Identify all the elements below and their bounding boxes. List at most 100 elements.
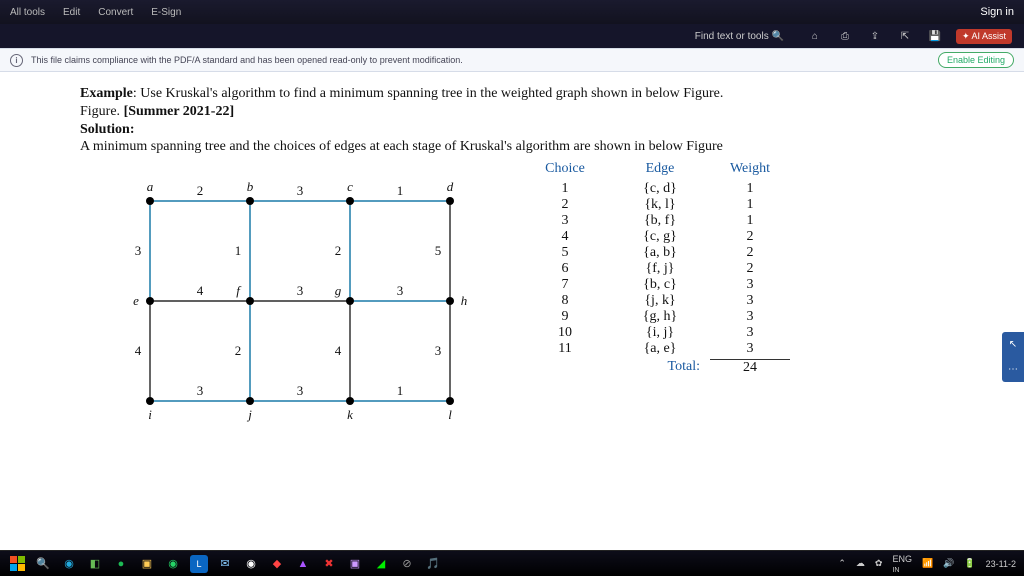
music-icon[interactable]: 🎵 xyxy=(424,555,442,573)
edge-weight-label: 3 xyxy=(297,183,304,199)
edge-table: Choice Edge Weight 1{c, d}12{k, l}13{b, … xyxy=(520,161,790,441)
windows-taskbar: 🔍 ◉ ◧ ● ▣ ◉ L ✉ ◉ ◆ ▲ ✖ ▣ ◢ ⊘ 🎵 ⌃ ☁ ✿ EN… xyxy=(0,550,1024,576)
battery-icon[interactable]: 🔋 xyxy=(964,558,975,569)
edge-weight-label: 1 xyxy=(397,383,404,399)
ai-assist-button[interactable]: ✦ AI Assist xyxy=(956,29,1012,44)
graph-node-label: a xyxy=(147,179,154,195)
notice-text: This file claims compliance with the PDF… xyxy=(31,55,463,65)
graph-node xyxy=(246,197,254,205)
menu-convert[interactable]: Convert xyxy=(98,7,133,18)
table-row: 6{f, j}2 xyxy=(520,261,790,277)
graph-node xyxy=(146,397,154,405)
wifi-icon[interactable]: 📶 xyxy=(922,558,933,569)
signin-link[interactable]: Sign in xyxy=(980,6,1014,18)
table-row: 1{c, d}1 xyxy=(520,181,790,197)
graph-node-label: l xyxy=(448,407,452,423)
graph-node xyxy=(346,397,354,405)
edge-weight-label: 3 xyxy=(435,343,442,359)
edge-weight-label: 1 xyxy=(235,243,242,259)
start-button[interactable] xyxy=(8,555,26,573)
folder-icon[interactable]: ▣ xyxy=(138,555,156,573)
table-row: 7{b, c}3 xyxy=(520,277,790,293)
print-icon[interactable]: ⎙ xyxy=(836,27,854,45)
table-row: 2{k, l}1 xyxy=(520,197,790,213)
edge-weight-label: 2 xyxy=(335,243,342,259)
table-row: 5{a, b}2 xyxy=(520,245,790,261)
menu-alltools[interactable]: All tools xyxy=(10,7,45,18)
lang-indicator[interactable]: ENGIN xyxy=(892,554,912,574)
mail-icon[interactable]: ✉ xyxy=(216,555,234,573)
edge-weight-label: 3 xyxy=(135,243,142,259)
edge-weight-label: 2 xyxy=(197,183,204,199)
graph-node-label: g xyxy=(335,283,342,299)
volume-icon[interactable]: 🔊 xyxy=(943,558,954,569)
vs-icon[interactable]: ▣ xyxy=(346,555,364,573)
search-taskbar-icon[interactable]: 🔍 xyxy=(34,555,52,573)
tray-chevron-icon[interactable]: ⌃ xyxy=(838,558,846,569)
edge-weight-label: 2 xyxy=(235,343,242,359)
menu-esign[interactable]: E-Sign xyxy=(151,7,181,18)
table-row: 9{g, h}3 xyxy=(520,309,790,325)
linkedin-icon[interactable]: L xyxy=(190,555,208,573)
menu-edit[interactable]: Edit xyxy=(63,7,80,18)
example-ref: Figure. [Summer 2021-22] xyxy=(80,104,964,120)
whatsapp-icon[interactable]: ◉ xyxy=(164,555,182,573)
graph-node xyxy=(146,297,154,305)
share-icon[interactable]: ⇪ xyxy=(866,27,884,45)
solution-label: Solution: xyxy=(80,122,964,138)
search-icon: 🔍 xyxy=(771,31,783,42)
graph-node-label: j xyxy=(248,407,252,423)
graph-node-label: d xyxy=(447,179,454,195)
spotify-icon[interactable]: ● xyxy=(112,555,130,573)
app-menubar: All tools Edit Convert E-Sign Sign in xyxy=(0,0,1024,24)
table-row: 3{b, f}1 xyxy=(520,213,790,229)
graph-node-label: c xyxy=(347,179,353,195)
edge-weight-label: 1 xyxy=(397,183,404,199)
home-icon[interactable]: ⌂ xyxy=(806,27,824,45)
save-icon[interactable]: 💾 xyxy=(926,27,944,45)
edge-weight-label: 4 xyxy=(135,343,142,359)
edge-weight-label: 5 xyxy=(435,243,442,259)
tray-cloud-icon[interactable]: ☁ xyxy=(856,558,865,569)
example-heading: Example: Use Kruskal's algorithm to find… xyxy=(80,86,964,102)
chrome-icon[interactable]: ◉ xyxy=(242,555,260,573)
table-row: 10{i, j}3 xyxy=(520,325,790,341)
graph-figure: 23131254334243331abcdefghijkl xyxy=(110,161,490,441)
graph-node xyxy=(246,397,254,405)
table-row: 4{c, g}2 xyxy=(520,229,790,245)
app-icon[interactable]: ◆ xyxy=(268,555,286,573)
edge-weight-label: 3 xyxy=(297,283,304,299)
graph-node-label: i xyxy=(148,407,152,423)
graph-node-label: f xyxy=(236,283,240,299)
info-icon: i xyxy=(10,54,23,67)
app2-icon[interactable]: ▲ xyxy=(294,555,312,573)
app3-icon[interactable]: ✖ xyxy=(320,555,338,573)
graph-node xyxy=(246,297,254,305)
app-toolbar: Find text or tools 🔍 ⌂ ⎙ ⇪ ⇱ 💾 ✦ AI Assi… xyxy=(0,24,1024,48)
clock-date[interactable]: 23-11-2 xyxy=(986,559,1016,569)
enable-editing-button[interactable]: Enable Editing xyxy=(938,52,1014,68)
side-tool-panel[interactable]: ↖ ⋯ xyxy=(1002,332,1024,382)
find-label[interactable]: Find text or tools 🔍 xyxy=(695,31,784,42)
edge-icon[interactable]: ◉ xyxy=(60,555,78,573)
table-total: Total: 24 xyxy=(520,359,790,376)
graph-node xyxy=(346,297,354,305)
teams-icon[interactable]: ◧ xyxy=(86,555,104,573)
graph-node xyxy=(446,397,454,405)
graph-node-label: e xyxy=(133,293,139,309)
edge-weight-label: 3 xyxy=(197,383,204,399)
cursor-icon[interactable]: ↖ xyxy=(1009,339,1017,350)
graph-node xyxy=(346,197,354,205)
more-icon[interactable]: ⋯ xyxy=(1008,364,1018,375)
graph-svg xyxy=(110,161,490,441)
graph-node xyxy=(146,197,154,205)
pdfa-notice-bar: i This file claims compliance with the P… xyxy=(0,48,1024,72)
edge-weight-label: 4 xyxy=(335,343,342,359)
xbox-icon[interactable]: ◢ xyxy=(372,555,390,573)
link-icon[interactable]: ⇱ xyxy=(896,27,914,45)
graph-node xyxy=(446,297,454,305)
graph-node-label: b xyxy=(247,179,254,195)
block-icon[interactable]: ⊘ xyxy=(398,555,416,573)
graph-node xyxy=(446,197,454,205)
tray-app-icon[interactable]: ✿ xyxy=(875,558,883,569)
